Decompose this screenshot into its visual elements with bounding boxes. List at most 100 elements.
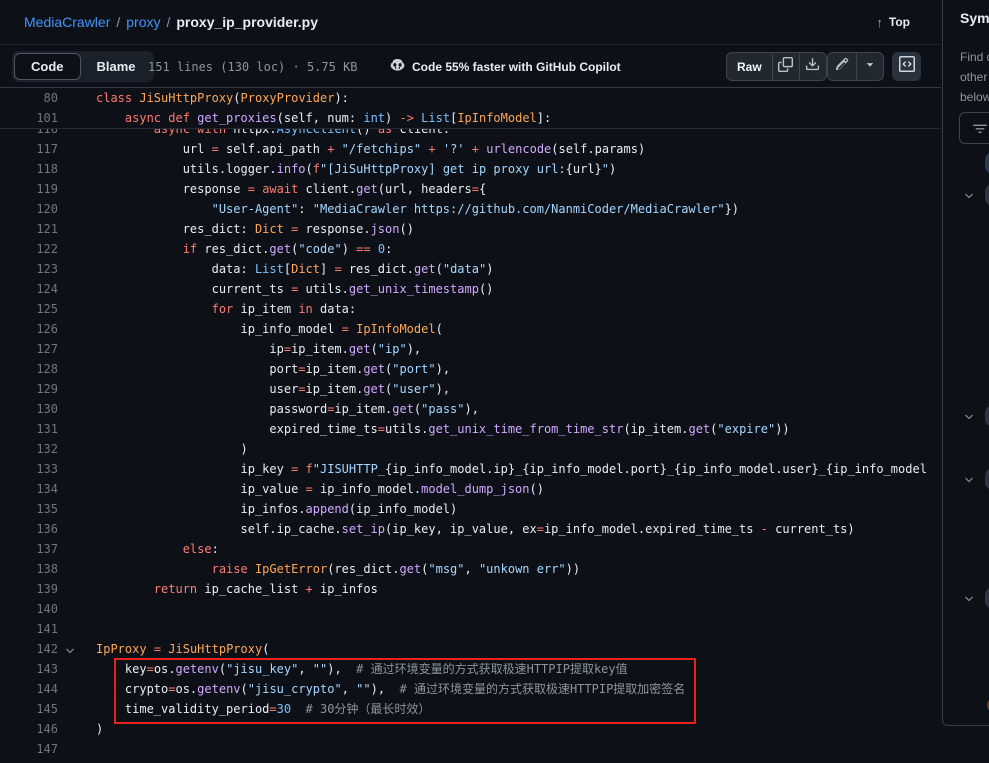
code-square-icon	[899, 56, 915, 77]
code-text: key=os.getenv("jisu_key", ""), # 通过环境变量的…	[96, 659, 628, 679]
line-number[interactable]: 134	[0, 479, 58, 499]
chevron-down-icon[interactable]	[963, 592, 975, 610]
line-number[interactable]: 120	[0, 199, 58, 219]
line-number[interactable]: 145	[0, 699, 58, 719]
file-stats: 151 lines (130 loc) · 5.75 KB	[148, 45, 358, 88]
code-line: 132 )	[0, 439, 941, 459]
line-number[interactable]: 131	[0, 419, 58, 439]
symbol-item[interactable]	[985, 152, 989, 174]
line-number[interactable]: 133	[0, 459, 58, 479]
edit-button-group	[827, 52, 884, 81]
line-number[interactable]: 140	[0, 599, 58, 619]
code-line: 138 raise IpGetError(res_dict.get("msg",…	[0, 559, 941, 579]
line-number[interactable]: 121	[0, 219, 58, 239]
line-number[interactable]: 146	[0, 719, 58, 739]
line-number[interactable]: 144	[0, 679, 58, 699]
symbol-item[interactable]	[985, 587, 989, 609]
line-number[interactable]: 124	[0, 279, 58, 299]
copy-icon	[778, 57, 793, 77]
code-line: 119 response = await client.get(url, hea…	[0, 179, 941, 199]
sticky-code-lines: 80class JiSuHttpProxy(ProxyProvider):101…	[0, 88, 941, 128]
copilot-icon	[390, 58, 405, 76]
line-number[interactable]: 80	[0, 88, 58, 108]
back-to-top-label: Top	[889, 15, 910, 29]
chevron-down-icon[interactable]	[963, 473, 975, 491]
breadcrumb-repo-link[interactable]: MediaCrawler	[24, 14, 110, 30]
symbol-item[interactable]	[985, 405, 989, 427]
breadcrumb-separator: /	[166, 14, 170, 30]
raw-button-group: Raw	[726, 52, 827, 81]
symbol-item[interactable]	[985, 184, 989, 206]
breadcrumb-file-name: proxy_ip_provider.py	[176, 14, 318, 30]
line-number[interactable]: 132	[0, 439, 58, 459]
line-number[interactable]: 128	[0, 359, 58, 379]
line-number[interactable]: 119	[0, 179, 58, 199]
breadcrumb-folder-link[interactable]: proxy	[126, 14, 160, 30]
code-line: 121 res_dict: Dict = response.json()	[0, 219, 941, 239]
code-text: if res_dict.get("code") == 0:	[96, 239, 392, 259]
code-line: 137 else:	[0, 539, 941, 559]
line-number[interactable]: 117	[0, 139, 58, 159]
code-line: 120 "User-Agent": "MediaCrawler https://…	[0, 199, 941, 219]
copilot-banner-text: Code 55% faster with GitHub Copilot	[412, 60, 621, 74]
code-line: 80class JiSuHttpProxy(ProxyProvider):	[0, 88, 941, 108]
code-text: utils.logger.info(f"[JiSuHttpProxy] get …	[96, 159, 616, 179]
code-line: 143 key=os.getenv("jisu_key", ""), # 通过环…	[0, 659, 941, 679]
line-number[interactable]: 137	[0, 539, 58, 559]
download-raw-button[interactable]	[799, 53, 826, 80]
line-number[interactable]: 147	[0, 739, 58, 759]
line-number[interactable]: 138	[0, 559, 58, 579]
code-line: 139 return ip_cache_list + ip_infos	[0, 579, 941, 599]
symbols-panel-toggle-button[interactable]	[892, 52, 921, 81]
breadcrumb-separator: /	[116, 14, 120, 30]
code-line: 144 crypto=os.getenv("jisu_crypto", ""),…	[0, 679, 941, 699]
code-text: time_validity_period=30 # 30分钟（最长时效）	[96, 699, 430, 719]
arrow-up-icon: ↑	[876, 15, 883, 30]
edit-file-button[interactable]	[828, 53, 856, 80]
code-text: response = await client.get(url, headers…	[96, 179, 486, 199]
edit-options-dropdown[interactable]	[856, 53, 883, 80]
line-number[interactable]: 139	[0, 579, 58, 599]
code-line: 126 ip_info_model = IpInfoModel(	[0, 319, 941, 339]
raw-button[interactable]: Raw	[727, 53, 772, 80]
line-number[interactable]: 130	[0, 399, 58, 419]
tab-code[interactable]: Code	[14, 53, 81, 80]
symbol-item[interactable]	[985, 468, 989, 490]
code-text: user=ip_item.get("user"),	[96, 379, 450, 399]
edit-pencil-icon	[835, 57, 849, 76]
code-line: 124 current_ts = utils.get_unix_timestam…	[0, 279, 941, 299]
breadcrumb: MediaCrawler / proxy / proxy_ip_provider…	[24, 14, 318, 30]
chevron-down-icon[interactable]	[963, 410, 975, 428]
line-number[interactable]: 123	[0, 259, 58, 279]
line-number[interactable]: 142	[0, 639, 58, 659]
code-text: async def get_proxies(self, num: int) ->…	[96, 108, 551, 128]
code-line: 147	[0, 739, 941, 759]
code-text: ip_infos.append(ip_info_model)	[96, 499, 457, 519]
line-number[interactable]: 141	[0, 619, 58, 639]
code-line: 145 time_validity_period=30 # 30分钟（最长时效）	[0, 699, 941, 719]
copy-raw-button[interactable]	[772, 53, 799, 80]
line-number[interactable]: 127	[0, 339, 58, 359]
line-number[interactable]: 136	[0, 519, 58, 539]
code-line: 118 utils.logger.info(f"[JiSuHttpProxy] …	[0, 159, 941, 179]
line-number[interactable]: 129	[0, 379, 58, 399]
line-number[interactable]: 126	[0, 319, 58, 339]
chevron-down-icon[interactable]	[963, 189, 975, 207]
code-text: ip_key = f"JISUHTTP_{ip_info_model.ip}_{…	[96, 459, 927, 479]
code-text: password=ip_item.get("pass"),	[96, 399, 479, 419]
filter-symbols-input[interactable]	[959, 112, 989, 144]
code-text: data: List[Dict] = res_dict.get("data")	[96, 259, 493, 279]
code-line: 142IpProxy = JiSuHttpProxy(	[0, 639, 941, 659]
back-to-top-link[interactable]: ↑ Top	[876, 15, 910, 30]
line-number[interactable]: 125	[0, 299, 58, 319]
line-number[interactable]: 135	[0, 499, 58, 519]
code-text: for ip_item in data:	[96, 299, 356, 319]
code-text: )	[96, 439, 248, 459]
line-number[interactable]: 122	[0, 239, 58, 259]
line-number[interactable]: 101	[0, 108, 58, 128]
code-text: else:	[96, 539, 219, 559]
code-text: res_dict: Dict = response.json()	[96, 219, 414, 239]
tab-blame[interactable]: Blame	[81, 53, 152, 80]
line-number[interactable]: 143	[0, 659, 58, 679]
line-number[interactable]: 118	[0, 159, 58, 179]
